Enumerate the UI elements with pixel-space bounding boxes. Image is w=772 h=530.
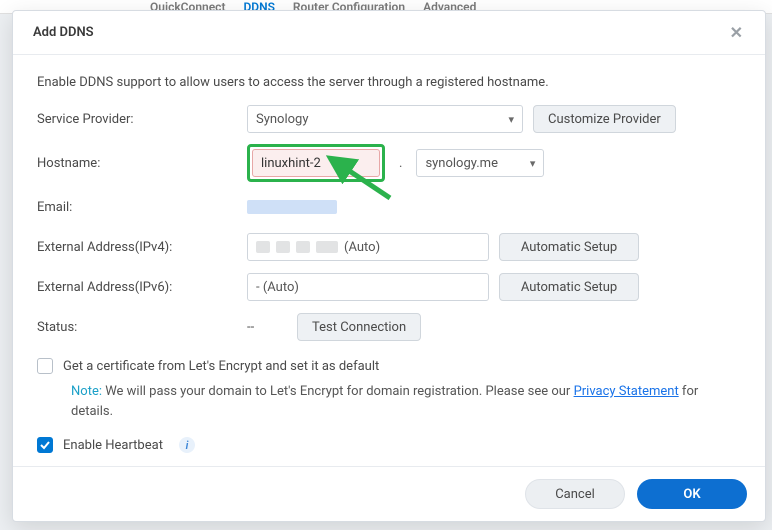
note-label: Note: — [71, 384, 102, 399]
add-ddns-dialog: Add DDNS ✕ Enable DDNS support to allow … — [12, 10, 766, 522]
hostname-input[interactable] — [252, 149, 380, 177]
dialog-titlebar: Add DDNS ✕ — [13, 11, 765, 55]
service-provider-value: Synology — [256, 112, 309, 127]
label-status: Status: — [37, 320, 247, 335]
heartbeat-label: Enable Heartbeat — [63, 438, 163, 453]
row-service-provider: Service Provider: Synology ▾ Customize P… — [37, 104, 741, 134]
label-email: Email: — [37, 200, 247, 215]
row-letsencrypt: Get a certificate from Let's Encrypt and… — [37, 358, 741, 374]
ipv4-octet-redacted — [256, 241, 270, 253]
dialog-body: Enable DDNS support to allow users to ac… — [13, 55, 765, 466]
letsencrypt-checkbox[interactable] — [37, 358, 53, 374]
close-icon[interactable]: ✕ — [724, 21, 749, 44]
ipv4-input[interactable]: (Auto) — [247, 233, 489, 261]
customize-provider-button[interactable]: Customize Provider — [533, 105, 676, 133]
label-service-provider: Service Provider: — [37, 112, 247, 127]
status-value: -- — [247, 320, 287, 335]
service-provider-select[interactable]: Synology ▾ — [247, 105, 523, 133]
letsencrypt-note: Note: We will pass your domain to Let's … — [71, 382, 741, 421]
hostname-dot: . — [395, 156, 406, 171]
row-status: Status: -- Test Connection — [37, 312, 741, 342]
heartbeat-checkbox[interactable] — [37, 437, 53, 453]
row-hostname: Hostname: . synology.me ▾ — [37, 144, 741, 182]
label-hostname: Hostname: — [37, 156, 247, 171]
chevron-down-icon: ▾ — [530, 157, 536, 170]
row-ipv4: External Address(IPv4): (Auto) Automatic… — [37, 232, 741, 262]
email-value-redacted — [247, 200, 337, 214]
label-ipv6: External Address(IPv6): — [37, 280, 247, 295]
dialog-title: Add DDNS — [33, 25, 94, 40]
domain-value: synology.me — [425, 156, 498, 171]
note-text-1: We will pass your domain to Let's Encryp… — [102, 384, 574, 399]
info-icon[interactable]: i — [179, 437, 195, 453]
privacy-statement-link[interactable]: Privacy Statement — [574, 384, 679, 399]
ipv4-octet-redacted — [296, 241, 310, 253]
chevron-down-icon: ▾ — [508, 113, 514, 126]
test-connection-button[interactable]: Test Connection — [297, 313, 421, 341]
cancel-button[interactable]: Cancel — [525, 479, 625, 509]
row-email: Email: — [37, 192, 741, 222]
ipv4-octet-redacted — [276, 241, 290, 253]
letsencrypt-label: Get a certificate from Let's Encrypt and… — [63, 359, 379, 374]
domain-select[interactable]: synology.me ▾ — [416, 149, 544, 177]
ipv6-auto-setup-button[interactable]: Automatic Setup — [499, 273, 639, 301]
hostname-highlight — [247, 144, 385, 182]
ipv4-suffix: (Auto) — [344, 240, 380, 255]
ipv6-input[interactable]: - (Auto) — [247, 273, 489, 301]
ok-button[interactable]: OK — [637, 479, 747, 509]
ipv6-value: - (Auto) — [256, 280, 299, 295]
row-heartbeat: Enable Heartbeat i — [37, 437, 741, 453]
ipv4-octet-redacted — [316, 241, 338, 253]
row-ipv6: External Address(IPv6): - (Auto) Automat… — [37, 272, 741, 302]
intro-text: Enable DDNS support to allow users to ac… — [37, 75, 741, 90]
ipv4-auto-setup-button[interactable]: Automatic Setup — [499, 233, 639, 261]
label-ipv4: External Address(IPv4): — [37, 240, 247, 255]
dialog-footer: Cancel OK — [13, 466, 765, 521]
